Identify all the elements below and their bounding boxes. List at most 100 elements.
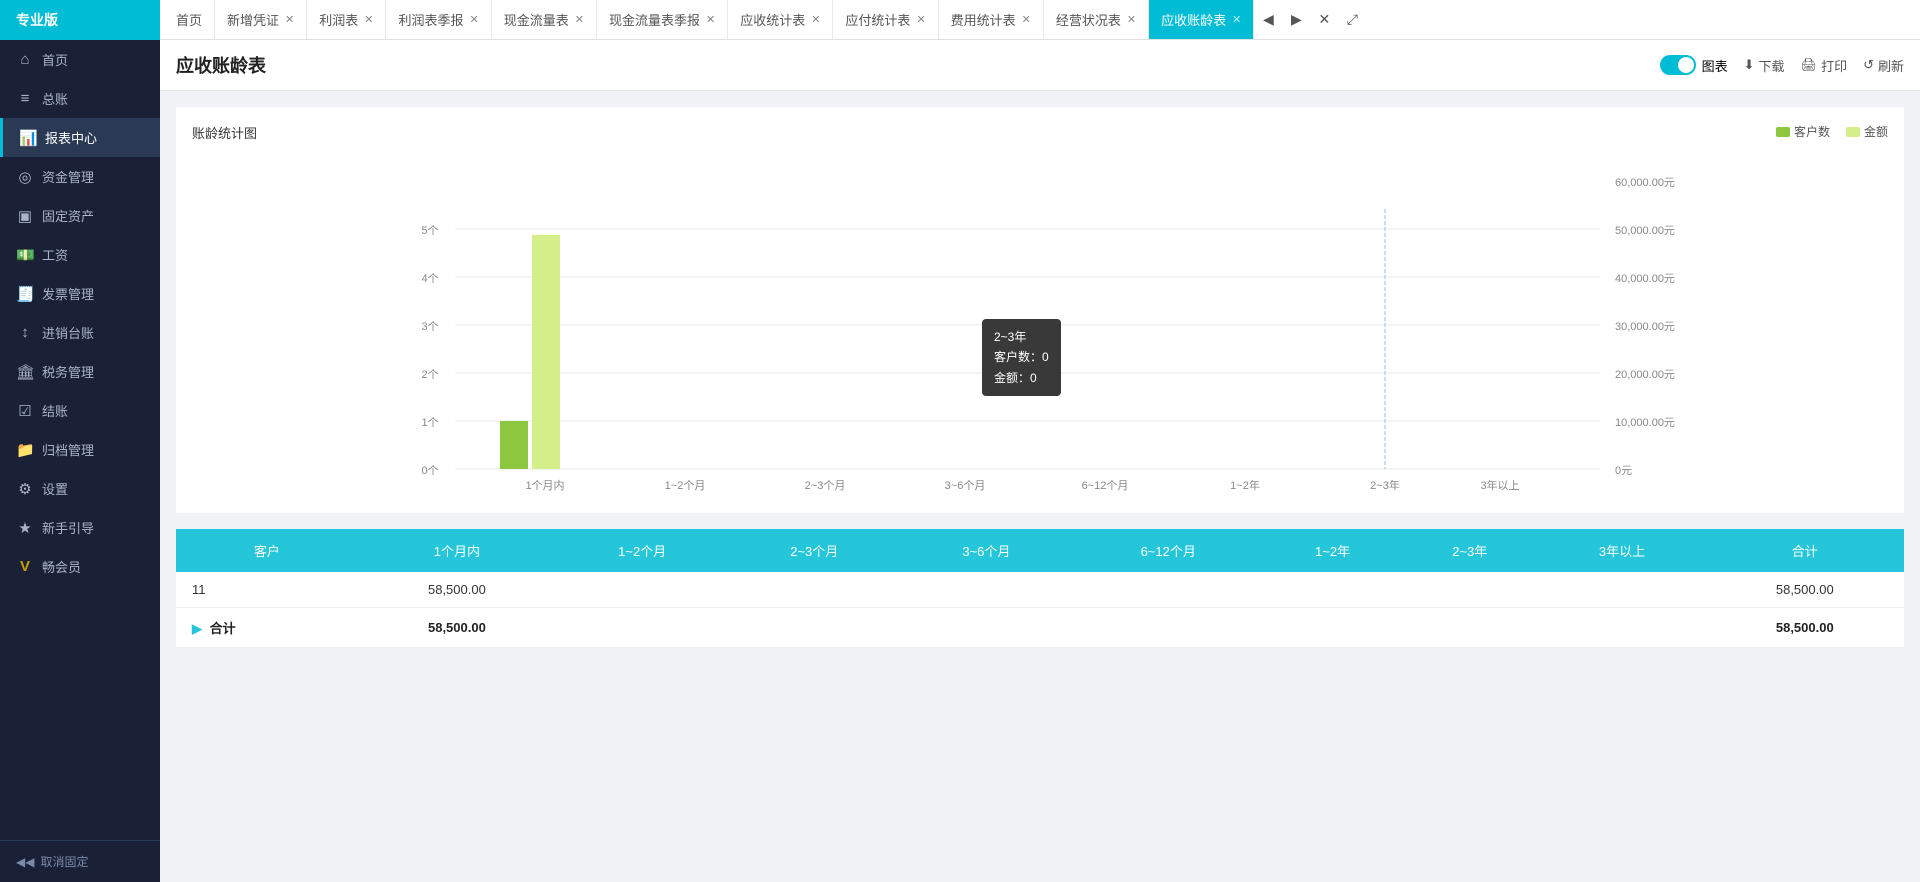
sidebar-item-invoice[interactable]: 🧾 发票管理 bbox=[0, 274, 160, 313]
sidebar: 专业版 ⌂ 首页 ≡ 总账 📊 报表中心 ◎ 资金管理 ▣ 固定资产 💵 工资 … bbox=[0, 0, 160, 882]
download-button[interactable]: ⬇ 下载 bbox=[1744, 56, 1785, 75]
tab-new-voucher[interactable]: 新增凭证 ✕ bbox=[215, 0, 307, 40]
row-over-3y bbox=[1538, 572, 1705, 608]
tab-business-status-close[interactable]: ✕ bbox=[1127, 13, 1136, 26]
legend-amount-dot bbox=[1846, 127, 1860, 137]
invoice-icon: 🧾 bbox=[16, 285, 34, 303]
tab-cashflow-close[interactable]: ✕ bbox=[575, 13, 584, 26]
sidebar-label-report-center: 报表中心 bbox=[45, 128, 97, 147]
svg-text:3个: 3个 bbox=[421, 320, 438, 333]
guide-icon: ★ bbox=[16, 519, 34, 537]
tab-maximize[interactable]: ⤢ bbox=[1338, 0, 1366, 40]
total-label-cell: ▶ 合计 bbox=[176, 608, 358, 648]
tab-business-status[interactable]: 经营状况表 ✕ bbox=[1044, 0, 1149, 40]
tab-payable-stats-close[interactable]: ✕ bbox=[916, 13, 925, 26]
total-6-12m bbox=[1072, 608, 1264, 648]
report-icon: 📊 bbox=[19, 129, 37, 147]
total-icon: ▶ bbox=[192, 621, 202, 636]
row-customer: 11 bbox=[176, 572, 358, 608]
svg-text:20,000.00元: 20,000.00元 bbox=[1615, 369, 1675, 381]
sidebar-label-archive: 归档管理 bbox=[42, 440, 94, 459]
tab-aging-table[interactable]: 应收账龄表 ✕ bbox=[1149, 0, 1254, 40]
sidebar-pin-toggle[interactable]: ◀◀ 取消固定 bbox=[0, 840, 160, 882]
svg-text:0元: 0元 bbox=[1615, 465, 1632, 477]
sidebar-item-vip[interactable]: V 畅会员 bbox=[0, 547, 160, 586]
download-label: 下载 bbox=[1759, 56, 1785, 75]
tab-profit-close[interactable]: ✕ bbox=[364, 13, 373, 26]
tab-payable-stats-label: 应付统计表 bbox=[845, 10, 910, 29]
tab-cashflow-quarterly[interactable]: 现金流量表季报 ✕ bbox=[597, 0, 728, 40]
refresh-button[interactable]: ↺ 刷新 bbox=[1863, 56, 1904, 75]
tab-expense-stats[interactable]: 费用统计表 ✕ bbox=[939, 0, 1044, 40]
table-row: 11 58,500.00 58,500.00 bbox=[176, 572, 1904, 608]
tab-profit-quarterly-close[interactable]: ✕ bbox=[470, 13, 479, 26]
row-2-3m bbox=[728, 572, 900, 608]
sidebar-label-fund-management: 资金管理 bbox=[42, 167, 94, 186]
sidebar-label-settings: 设置 bbox=[42, 479, 68, 498]
page-header: 应收账龄表 图表 ⬇ 下载 🖨 打印 ↺ 刷新 bbox=[160, 40, 1920, 91]
col-2-3y: 2~3年 bbox=[1401, 529, 1538, 572]
tab-cashflow-quarterly-close[interactable]: ✕ bbox=[706, 13, 715, 26]
tab-nav-prev[interactable]: ◀ bbox=[1254, 0, 1282, 40]
tab-nav-next[interactable]: ▶ bbox=[1282, 0, 1310, 40]
sidebar-label-closing: 结账 bbox=[42, 401, 68, 420]
tab-new-voucher-close[interactable]: ✕ bbox=[285, 13, 294, 26]
tab-receivable-stats-close[interactable]: ✕ bbox=[811, 13, 820, 26]
print-button[interactable]: 🖨 打印 bbox=[1801, 56, 1848, 75]
pin-icon: ◀◀ bbox=[16, 855, 34, 869]
tab-cashflow[interactable]: 现金流量表 ✕ bbox=[492, 0, 597, 40]
tab-business-status-label: 经营状况表 bbox=[1056, 10, 1121, 29]
tab-receivable-stats[interactable]: 应收统计表 ✕ bbox=[728, 0, 833, 40]
tab-payable-stats[interactable]: 应付统计表 ✕ bbox=[833, 0, 938, 40]
svg-text:4个: 4个 bbox=[421, 272, 438, 285]
sidebar-item-payroll[interactable]: 💵 工资 bbox=[0, 235, 160, 274]
tab-cashflow-quarterly-label: 现金流量表季报 bbox=[609, 10, 700, 29]
svg-text:1~2个月: 1~2个月 bbox=[665, 479, 706, 492]
page-actions: 图表 ⬇ 下载 🖨 打印 ↺ 刷新 bbox=[1660, 55, 1904, 75]
sidebar-item-archive[interactable]: 📁 归档管理 bbox=[0, 430, 160, 469]
chart-toggle[interactable] bbox=[1660, 55, 1696, 75]
sidebar-item-home[interactable]: ⌂ 首页 bbox=[0, 40, 160, 79]
tab-profit-quarterly[interactable]: 利润表季报 ✕ bbox=[386, 0, 491, 40]
svg-text:5个: 5个 bbox=[421, 224, 438, 237]
sidebar-item-tax[interactable]: 🏛 税务管理 bbox=[0, 352, 160, 391]
sidebar-item-general-ledger[interactable]: ≡ 总账 bbox=[0, 79, 160, 118]
row-1-2m bbox=[556, 572, 728, 608]
total-label: 合计 bbox=[210, 621, 236, 636]
tab-home-label: 首页 bbox=[176, 10, 202, 29]
tab-bar: 首页 新增凭证 ✕ 利润表 ✕ 利润表季报 ✕ 现金流量表 ✕ 现金流量表季报 … bbox=[160, 0, 1920, 40]
tab-aging-label: 应收账龄表 bbox=[1161, 10, 1226, 29]
svg-text:3年以上: 3年以上 bbox=[1480, 478, 1519, 492]
tab-profit-label: 利润表 bbox=[319, 10, 358, 29]
tab-profit[interactable]: 利润表 ✕ bbox=[307, 0, 386, 40]
row-1m: 58,500.00 bbox=[358, 572, 556, 608]
total-2-3m bbox=[728, 608, 900, 648]
col-2-3m: 2~3个月 bbox=[728, 529, 900, 572]
chart-svg-wrap: 0个 1个 2个 3个 4个 5个 0元 10,000.00元 bbox=[192, 154, 1888, 497]
legend-amount-label: 金额 bbox=[1864, 123, 1888, 140]
svg-text:40,000.00元: 40,000.00元 bbox=[1615, 273, 1675, 285]
tab-home[interactable]: 首页 bbox=[164, 0, 215, 40]
chart-toggle-wrap[interactable]: 图表 bbox=[1660, 55, 1728, 75]
sidebar-item-report-center[interactable]: 📊 报表中心 bbox=[0, 118, 160, 157]
sidebar-item-closing[interactable]: ☑ 结账 bbox=[0, 391, 160, 430]
sidebar-label-vip: 畅会员 bbox=[42, 557, 81, 576]
sidebar-item-fixed-assets[interactable]: ▣ 固定资产 bbox=[0, 196, 160, 235]
tab-expense-stats-close[interactable]: ✕ bbox=[1022, 13, 1031, 26]
tab-aging-close[interactable]: ✕ bbox=[1232, 13, 1241, 26]
sidebar-item-guide[interactable]: ★ 新手引导 bbox=[0, 508, 160, 547]
sidebar-item-sales-ledger[interactable]: ↕ 进销台账 bbox=[0, 313, 160, 352]
vip-icon: V bbox=[16, 558, 34, 575]
sidebar-item-fund-management[interactable]: ◎ 资金管理 bbox=[0, 157, 160, 196]
assets-icon: ▣ bbox=[16, 207, 34, 225]
svg-text:50,000.00元: 50,000.00元 bbox=[1615, 225, 1675, 237]
bar-1m-customer bbox=[500, 421, 528, 469]
sales-icon: ↕ bbox=[16, 324, 34, 341]
col-3-6m: 3~6个月 bbox=[900, 529, 1072, 572]
total-2-3y bbox=[1401, 608, 1538, 648]
col-1m: 1个月内 bbox=[358, 529, 556, 572]
tab-cashflow-label: 现金流量表 bbox=[504, 10, 569, 29]
tab-close-all[interactable]: ✕ bbox=[1310, 0, 1338, 40]
svg-text:1个: 1个 bbox=[421, 416, 438, 429]
sidebar-item-settings[interactable]: ⚙ 设置 bbox=[0, 469, 160, 508]
